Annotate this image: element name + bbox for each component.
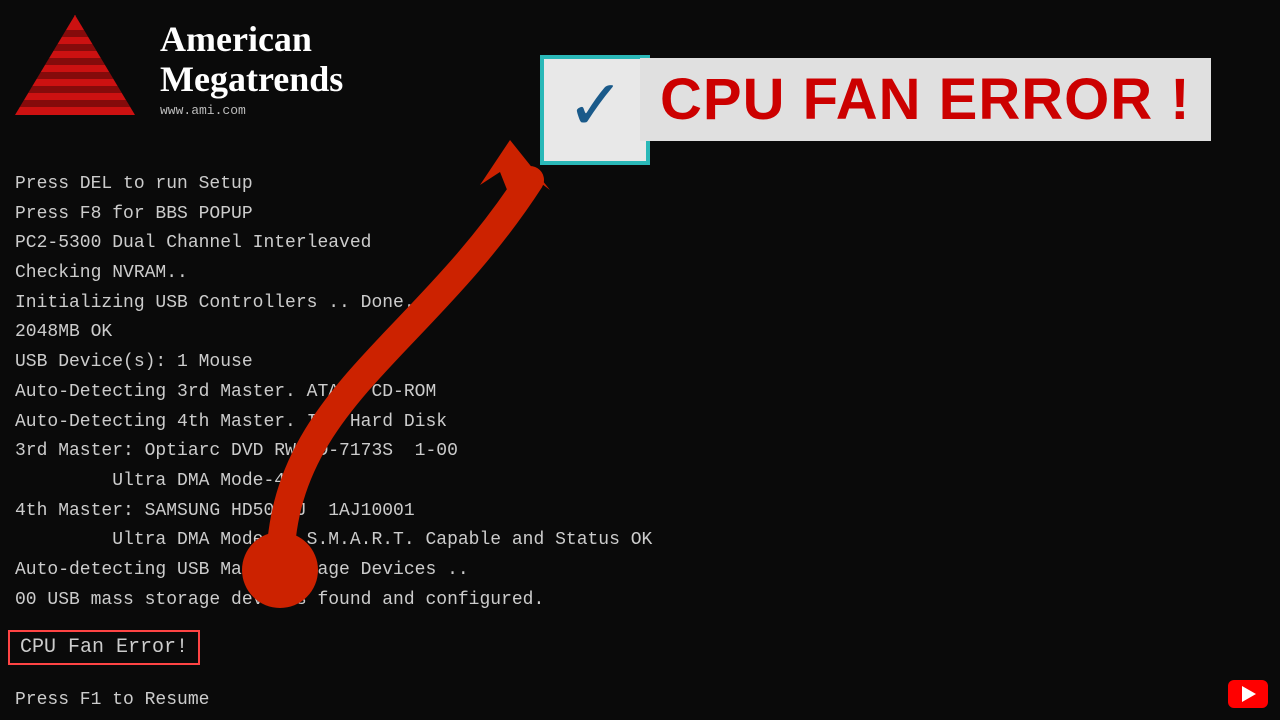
press-f1-text: Press F1 to Resume	[15, 690, 209, 710]
checkbox-overlay: ✓	[540, 55, 650, 165]
ami-url: www.ami.com	[160, 103, 343, 118]
checkmark-icon: ✓	[571, 70, 619, 150]
youtube-icon	[1228, 680, 1268, 708]
bios-post-text: Press DEL to run Setup Press F8 for BBS …	[15, 170, 652, 615]
cpu-fan-error-title: CPU FAN ERROR !	[660, 67, 1191, 132]
ami-text-block: American Megatrends www.ami.com	[160, 20, 343, 118]
bios-screen: American Megatrends www.ami.com Press DE…	[0, 0, 1280, 720]
ami-header: American Megatrends www.ami.com	[10, 10, 343, 120]
cpu-fan-error-label: CPU FAN ERROR !	[640, 58, 1211, 141]
ami-logo-icon	[10, 10, 140, 120]
youtube-play-icon	[1242, 686, 1256, 702]
cpu-fan-error-bios-box: CPU Fan Error!	[8, 630, 200, 665]
ami-company-name: American Megatrends	[160, 20, 343, 99]
